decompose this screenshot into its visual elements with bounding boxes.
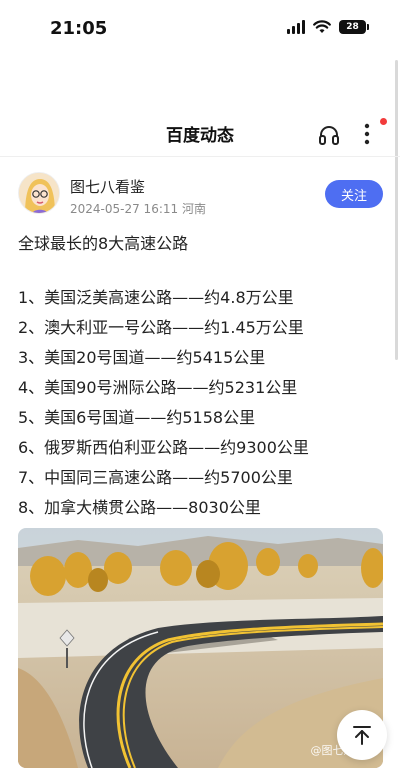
wifi-icon (313, 20, 331, 33)
list-item: 2、澳大利亚一号公路——约1.45万公里 (18, 318, 304, 337)
avatar-illustration (19, 173, 59, 213)
avatar[interactable] (18, 172, 60, 214)
page-title: 百度动态 (166, 126, 234, 146)
status-time: 21:05 (50, 18, 108, 39)
list-item: 8、加拿大横贯公路——8030公里 (18, 498, 261, 517)
follow-button[interactable]: 关注 (325, 180, 383, 208)
status-bar: 21:05 28 (0, 0, 400, 60)
list-item: 7、中国同三高速公路——约5700公里 (18, 468, 293, 487)
battery-level: 28 (346, 22, 359, 32)
list-item: 5、美国6号国道——约5158公里 (18, 408, 256, 427)
cellular-signal-icon (287, 20, 305, 34)
notification-dot (380, 118, 387, 125)
highway-photo (18, 528, 383, 768)
list-item: 1、美国泛美高速公路——约4.8万公里 (18, 288, 294, 307)
post-list: 1、美国泛美高速公路——约4.8万公里 2、澳大利亚一号公路——约1.45万公里… (18, 287, 309, 527)
headphones-icon[interactable] (318, 124, 340, 146)
battery-icon: 28 (339, 20, 369, 34)
scroll-to-top-button[interactable] (337, 710, 387, 760)
list-item: 6、俄罗斯西伯利亚公路——约9300公里 (18, 438, 309, 457)
more-vertical-icon[interactable] (362, 122, 372, 146)
nav-bar: 百度动态 (0, 105, 400, 157)
arrow-up-to-top-icon (353, 726, 371, 745)
post-title: 全球最长的8大高速公路 (18, 234, 189, 253)
post-image[interactable]: @图七八... (18, 528, 383, 768)
post-meta: 2024-05-27 16:11 河南 (70, 202, 206, 216)
list-item: 3、美国20号国道——约5415公里 (18, 348, 266, 367)
list-item: 4、美国90号洲际公路——约5231公里 (18, 378, 298, 397)
author-name[interactable]: 图七八看鉴 (70, 176, 145, 197)
status-icons: 28 (287, 20, 369, 34)
